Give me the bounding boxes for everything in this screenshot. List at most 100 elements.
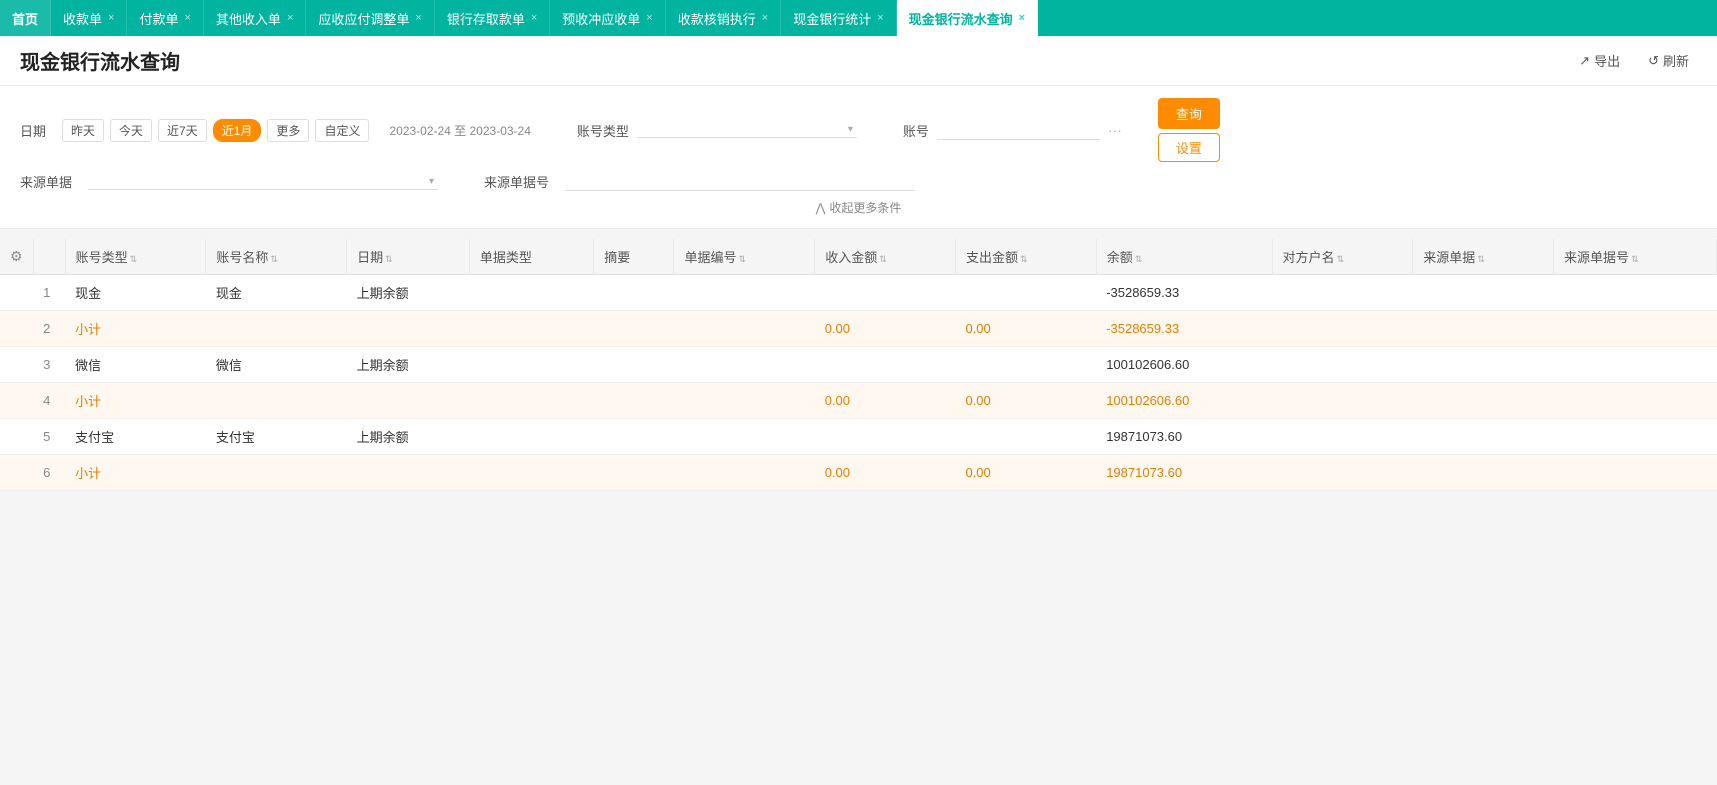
date-option-自定义[interactable]: 自定义 xyxy=(315,119,369,142)
cell-source_doc xyxy=(1413,275,1554,311)
table-header: ⚙账号类型⇅账号名称⇅日期⇅单据类型摘要单据编号⇅收入金额⇅支出金额⇅余额⇅对方… xyxy=(0,239,1717,275)
col-header-income[interactable]: 收入金额⇅ xyxy=(815,239,956,275)
more-options-icon[interactable]: ··· xyxy=(1108,122,1122,138)
cell-income: 0.00 xyxy=(815,383,956,419)
nav-item-collection-exec[interactable]: 收款核销执行× xyxy=(666,0,781,36)
cell-summary xyxy=(594,455,674,491)
nav-item-receipt[interactable]: 收款单× xyxy=(51,0,127,36)
date-option-今天[interactable]: 今天 xyxy=(110,119,152,142)
cell-doc_no xyxy=(674,419,815,455)
close-icon[interactable]: × xyxy=(646,12,652,24)
nav-item-advance-offset[interactable]: 预收冲应收单× xyxy=(550,0,665,36)
cell-balance: 19871073.60 xyxy=(1096,455,1272,491)
account-label: 账号 xyxy=(903,121,929,140)
cell-date xyxy=(347,455,470,491)
col-header-account_name[interactable]: 账号名称⇅ xyxy=(206,239,347,275)
cell-date xyxy=(347,311,470,347)
sort-icon-date: ⇅ xyxy=(385,254,393,265)
cell-row_num: 1 xyxy=(33,275,65,311)
account-type-select[interactable]: ▾ xyxy=(637,122,857,138)
nav-item-cash-bank-flow[interactable]: 现金银行流水查询× xyxy=(897,0,1038,36)
filter-row-2: 来源单据 ▾ 来源单据号 xyxy=(20,172,1697,191)
nav-item-home[interactable]: 首页 xyxy=(0,0,51,36)
collapse-bar[interactable]: ⋀ 收起更多条件 xyxy=(20,199,1697,216)
table-row: 5支付宝支付宝上期余额19871073.60 xyxy=(0,419,1717,455)
export-icon: ↗ xyxy=(1579,53,1590,69)
close-icon[interactable]: × xyxy=(531,12,537,24)
cell-doc_no xyxy=(674,311,815,347)
col-header-source_doc_no[interactable]: 来源单据号⇅ xyxy=(1554,239,1717,275)
sort-icon-balance: ⇅ xyxy=(1135,254,1143,265)
header-row: ⚙账号类型⇅账号名称⇅日期⇅单据类型摘要单据编号⇅收入金额⇅支出金额⇅余额⇅对方… xyxy=(0,239,1717,275)
date-label: 日期 xyxy=(20,121,46,140)
table-row: 1现金现金上期余额-3528659.33 xyxy=(0,275,1717,311)
cell-account_name: 现金 xyxy=(206,275,347,311)
cell-counterpart xyxy=(1272,383,1413,419)
cell-balance: 100102606.60 xyxy=(1096,383,1272,419)
cell-income: 0.00 xyxy=(815,455,956,491)
cell-doc_type xyxy=(469,455,593,491)
date-option-近1月[interactable]: 近1月 xyxy=(213,119,262,142)
sort-icon-source_doc: ⇅ xyxy=(1477,254,1485,265)
cell-doc_type xyxy=(469,347,593,383)
cell-source_doc_no xyxy=(1554,419,1717,455)
close-icon[interactable]: × xyxy=(108,12,114,24)
refresh-button[interactable]: ↺ 刷新 xyxy=(1640,47,1697,74)
date-option-近7天[interactable]: 近7天 xyxy=(158,119,207,142)
cell-row_num: 2 xyxy=(33,311,65,347)
col-header-balance[interactable]: 余额⇅ xyxy=(1096,239,1272,275)
table-body: 1现金现金上期余额-3528659.332小计0.000.00-3528659.… xyxy=(0,275,1717,491)
chevron-down-icon-2: ▾ xyxy=(429,176,434,187)
export-button[interactable]: ↗ 导出 xyxy=(1571,47,1628,74)
cell-date xyxy=(347,383,470,419)
source-doc-select[interactable]: ▾ xyxy=(88,174,438,190)
sort-icon-income: ⇅ xyxy=(879,254,887,265)
cell-income xyxy=(815,275,956,311)
nav-item-ap-adjust[interactable]: 应收应付调整单× xyxy=(306,0,434,36)
chevron-up-icon: ⋀ xyxy=(816,201,826,215)
cell-income xyxy=(815,419,956,455)
cell-source_doc xyxy=(1413,311,1554,347)
col-header-expense[interactable]: 支出金额⇅ xyxy=(955,239,1096,275)
page-header: 现金银行流水查询 ↗ 导出 ↺ 刷新 xyxy=(0,36,1717,86)
settings-button[interactable]: 设置 xyxy=(1158,133,1220,162)
col-header-source_doc[interactable]: 来源单据⇅ xyxy=(1413,239,1554,275)
source-doc-no-input[interactable] xyxy=(565,172,915,191)
query-button[interactable]: 查询 xyxy=(1158,98,1220,129)
nav-item-other-income[interactable]: 其他收入单× xyxy=(204,0,306,36)
cell-income xyxy=(815,347,956,383)
account-input[interactable] xyxy=(937,121,1100,140)
close-icon[interactable]: × xyxy=(287,12,293,24)
date-option-更多[interactable]: 更多 xyxy=(267,119,309,142)
cell-account_type: 小计 xyxy=(65,311,206,347)
chevron-down-icon: ▾ xyxy=(848,124,853,135)
close-icon[interactable]: × xyxy=(415,12,421,24)
cell-date: 上期余额 xyxy=(347,347,470,383)
cell-source_doc xyxy=(1413,419,1554,455)
cell-source_doc_no xyxy=(1554,275,1717,311)
close-icon[interactable]: × xyxy=(184,12,190,24)
cell-date: 上期余额 xyxy=(347,275,470,311)
action-buttons: 查询 设置 xyxy=(1158,98,1220,162)
col-header-doc_no[interactable]: 单据编号⇅ xyxy=(674,239,815,275)
date-option-昨天[interactable]: 昨天 xyxy=(62,119,104,142)
cell-row_num: 4 xyxy=(33,383,65,419)
close-icon[interactable]: × xyxy=(877,12,883,24)
cell-doc_type xyxy=(469,311,593,347)
cell-account_name xyxy=(206,383,347,419)
nav-item-cash-bank-stat[interactable]: 现金银行统计× xyxy=(781,0,896,36)
nav-item-bank-deposit[interactable]: 银行存取款单× xyxy=(435,0,550,36)
data-table: ⚙账号类型⇅账号名称⇅日期⇅单据类型摘要单据编号⇅收入金额⇅支出金额⇅余额⇅对方… xyxy=(0,239,1717,491)
cell-expense: 0.00 xyxy=(955,383,1096,419)
cell-source_doc xyxy=(1413,347,1554,383)
col-header-settings: ⚙ xyxy=(0,239,33,275)
gear-icon[interactable]: ⚙ xyxy=(10,248,23,264)
nav-item-payment[interactable]: 付款单× xyxy=(127,0,203,36)
col-header-counterpart[interactable]: 对方户名⇅ xyxy=(1272,239,1413,275)
cell-doc_no xyxy=(674,347,815,383)
cell-counterpart xyxy=(1272,275,1413,311)
close-icon[interactable]: × xyxy=(1019,12,1025,24)
col-header-account_type[interactable]: 账号类型⇅ xyxy=(65,239,206,275)
close-icon[interactable]: × xyxy=(762,12,768,24)
col-header-date[interactable]: 日期⇅ xyxy=(347,239,470,275)
